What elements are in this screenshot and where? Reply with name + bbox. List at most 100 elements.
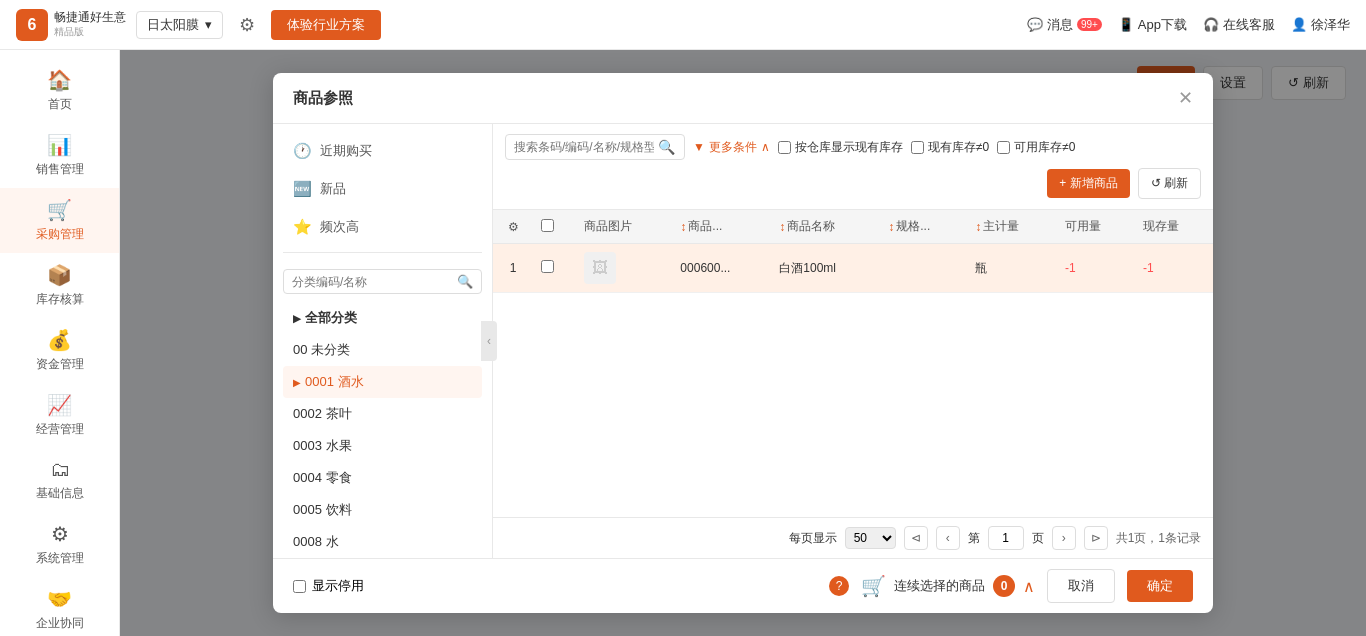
first-page-button[interactable]: ⊲ [904,526,928,550]
sidebar-item-system[interactable]: ⚙ 系统管理 [0,512,119,577]
prev-page-button[interactable]: ‹ [936,526,960,550]
app-download-item[interactable]: 📱 App下载 [1118,16,1187,34]
nav-dropdown[interactable]: 日太阳膜 ▾ [136,11,223,39]
dialog-overlay: 商品参照 ✕ 🕐 近期购买 🆕 [120,50,1366,636]
page-number-input[interactable] [988,526,1024,550]
refresh-button[interactable]: ↺ 刷新 [1138,168,1201,199]
dialog-header: 商品参照 ✕ [273,73,1213,124]
confirm-button[interactable]: 确定 [1127,570,1193,602]
col-unit-label: 主计量 [983,218,1019,235]
col-unit[interactable]: ↕ 主计量 [967,210,1057,244]
available-stock-checkbox-label[interactable]: 可用库存≠0 [997,139,1075,156]
warehouse-stock-checkbox-label[interactable]: 按仓库显示现有库存 [778,139,903,156]
product-search-box[interactable]: 🔍 [505,134,685,160]
filter-button[interactable]: ▼ 更多条件 ∧ [693,139,770,156]
dialog-footer: 显示停用 ? 🛒 连续选择的商品 0 ∧ 取消 确定 [273,558,1213,613]
col-stock-label: 现存量 [1143,218,1179,235]
row-spec-cell [880,244,967,293]
home-icon: 🏠 [47,68,72,92]
enterprise-icon: 🤝 [47,587,72,611]
sidebar-item-basic-info[interactable]: 🗂 基础信息 [0,448,119,512]
col-code[interactable]: ↕ 商品... [672,210,771,244]
operations-icon: 📈 [47,393,72,417]
frequent-tab[interactable]: ⭐ 频次高 [283,210,482,244]
total-info: 共1页，1条记录 [1116,530,1201,547]
category-water[interactable]: 0008 水 [283,526,482,548]
col-num: ⚙ [493,210,533,244]
message-icon: 💬 [1027,17,1043,32]
row-image-cell: 🖼 [576,244,672,293]
col-spec[interactable]: ↕ 规格... [880,210,967,244]
gear-icon[interactable]: ⚙ [231,9,263,41]
cancel-button[interactable]: 取消 [1047,569,1115,603]
filter-collapse-icon: ∧ [761,140,770,154]
user-item[interactable]: 👤 徐泽华 [1291,16,1350,34]
nonzero-stock-checkbox-label[interactable]: 现有库存≠0 [911,139,989,156]
sidebar-item-home[interactable]: 🏠 首页 [0,58,119,123]
cart-count: 0 [993,575,1015,597]
warehouse-stock-checkbox[interactable] [778,141,791,154]
col-image-label: 商品图片 [584,218,632,235]
category-search-input[interactable] [292,275,453,289]
sidebar-item-inventory[interactable]: 📦 库存核算 [0,253,119,318]
sidebar-item-procurement[interactable]: 🛒 采购管理 [0,188,119,253]
support-item[interactable]: 🎧 在线客服 [1203,16,1275,34]
recent-icon: 🕐 [293,142,312,160]
row-checkbox[interactable] [541,260,554,273]
col-name[interactable]: ↕ 商品名称 [771,210,880,244]
chevron-down-icon: ▾ [205,17,212,32]
row-checkbox-cell[interactable] [533,244,576,293]
show-disabled-label[interactable]: 显示停用 [293,577,364,595]
settings-col-icon[interactable]: ⚙ [508,220,519,234]
dialog-body: 🕐 近期购买 🆕 新品 ⭐ 频次高 [273,124,1213,558]
avatar-icon: 👤 [1291,17,1307,32]
category-tea[interactable]: 0002 茶叶 [283,398,482,430]
sidebar-item-finance[interactable]: 💰 资金管理 [0,318,119,383]
sort-icon: ↕ [975,220,981,234]
collapse-panel-button[interactable]: ‹ [481,321,497,361]
sidebar-item-enterprise[interactable]: 🤝 企业协同 [0,577,119,636]
show-disabled-checkbox[interactable] [293,580,306,593]
col-name-label: 商品名称 [787,218,835,235]
message-item[interactable]: 💬 消息 99+ [1027,16,1102,34]
trial-button[interactable]: 体验行业方案 [271,10,381,40]
category-search-icon[interactable]: 🔍 [457,274,473,289]
category-uncategorized[interactable]: 00 未分类 [283,334,482,366]
left-panel: 🕐 近期购买 🆕 新品 ⭐ 频次高 [273,124,493,558]
sidebar-item-operations[interactable]: 📈 经营管理 [0,383,119,448]
nonzero-stock-checkbox[interactable] [911,141,924,154]
new-icon: 🆕 [293,180,312,198]
category-all[interactable]: ▶ 全部分类 [283,302,482,334]
sidebar-item-sales[interactable]: 📊 销售管理 [0,123,119,188]
next-page-button[interactable]: › [1052,526,1076,550]
nav-right: 💬 消息 99+ 📱 App下载 🎧 在线客服 👤 徐泽华 [1027,16,1350,34]
headset-icon: 🎧 [1203,17,1219,32]
procurement-icon: 🛒 [47,198,72,222]
help-icon[interactable]: ? [829,576,849,596]
last-page-button[interactable]: ⊳ [1084,526,1108,550]
category-search[interactable]: 🔍 [283,269,482,294]
add-product-button[interactable]: + 新增商品 [1047,169,1129,198]
recent-purchase-tab[interactable]: 🕐 近期购买 [283,134,482,168]
col-stock: 现存量 [1135,210,1213,244]
close-icon[interactable]: ✕ [1178,87,1193,109]
category-snacks[interactable]: 0004 零食 [283,462,482,494]
cart-icon[interactable]: 🛒 [861,574,886,598]
collapse-cart-icon[interactable]: ∧ [1023,577,1035,596]
table-row[interactable]: 1 🖼 000600... [493,244,1213,293]
product-search-input[interactable] [514,140,654,154]
basic-info-icon: 🗂 [50,458,70,481]
category-liquor[interactable]: ▶ 0001 酒水 [283,366,482,398]
category-fruit[interactable]: 0003 水果 [283,430,482,462]
product-image: 🖼 [584,252,616,284]
sales-icon: 📊 [47,133,72,157]
finance-icon: 💰 [47,328,72,352]
select-all-checkbox[interactable] [541,219,554,232]
product-reference-dialog: 商品参照 ✕ 🕐 近期购买 🆕 [273,73,1213,613]
new-product-tab[interactable]: 🆕 新品 [283,172,482,206]
page-size-select[interactable]: 50 100 200 [845,527,896,549]
col-code-label: 商品... [688,218,722,235]
search-icon[interactable]: 🔍 [658,139,675,155]
category-drinks[interactable]: 0005 饮料 [283,494,482,526]
available-stock-checkbox[interactable] [997,141,1010,154]
